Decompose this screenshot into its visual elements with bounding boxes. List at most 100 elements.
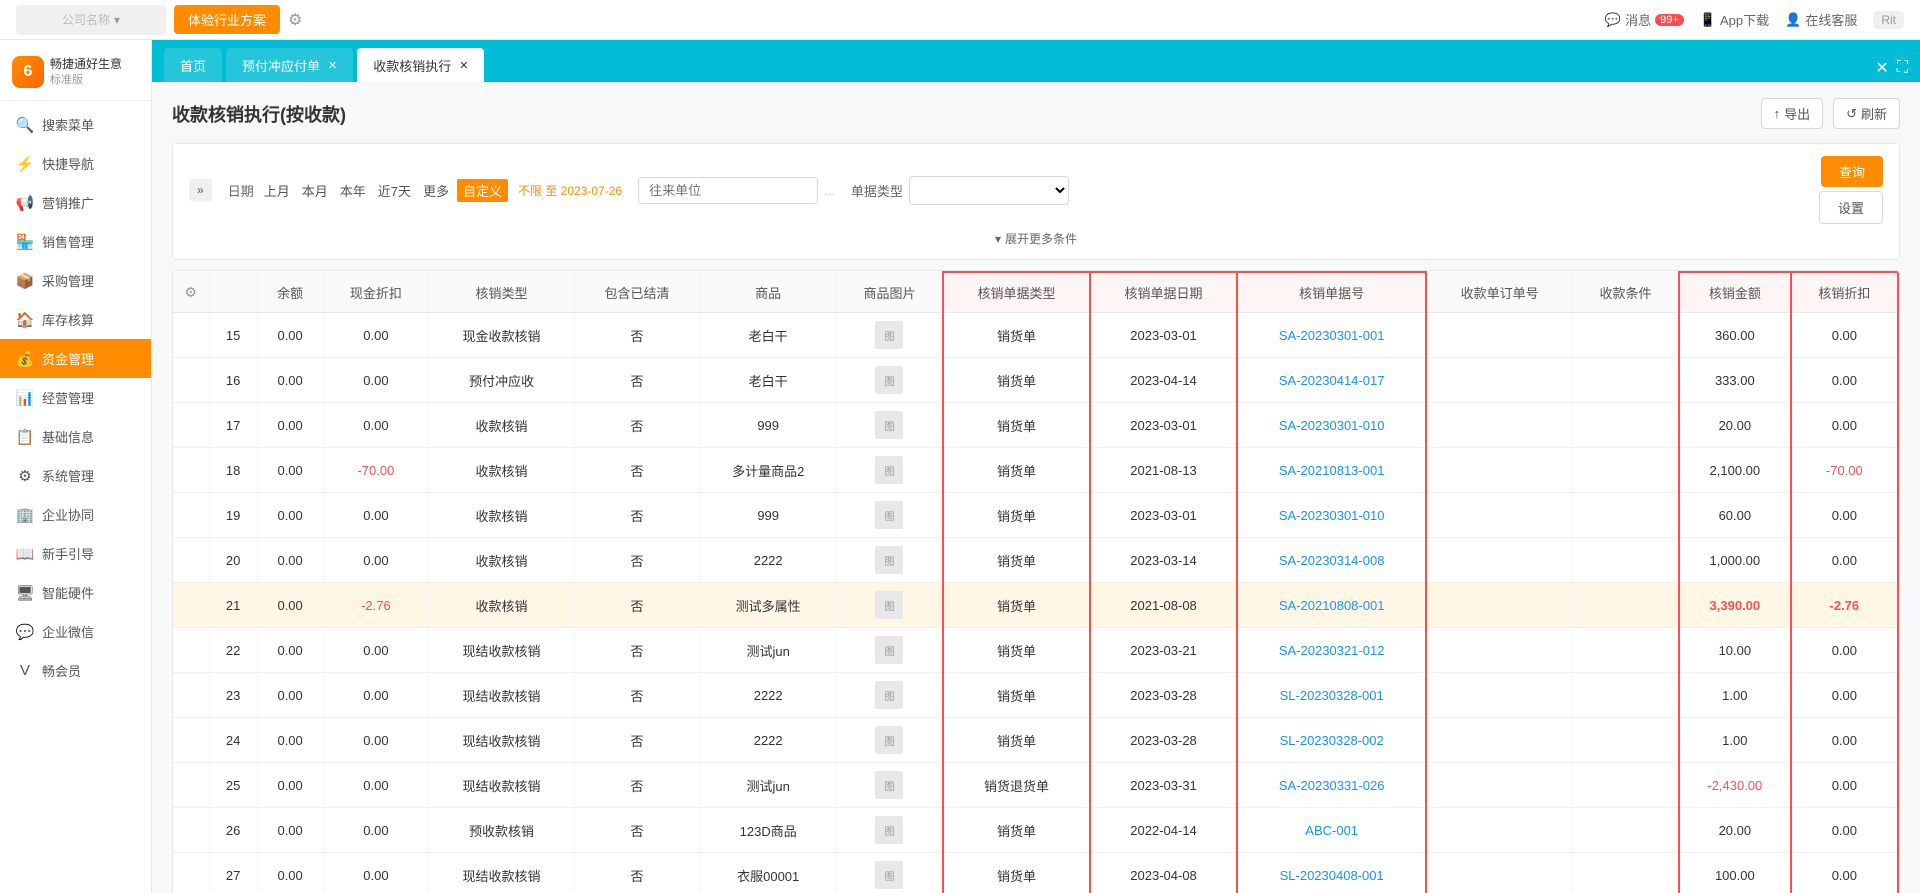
filter-expand-btn[interactable]: » — [189, 179, 212, 201]
sidebar-item-quick-nav[interactable]: ⚡ 快捷导航 — [0, 144, 151, 183]
col-cancel-doc-no-cell: SL-20230328-001 — [1237, 673, 1426, 718]
doc-link[interactable]: SA-20230301-010 — [1279, 508, 1385, 523]
chevron-down-icon: ▾ — [995, 232, 1001, 246]
sidebar-item-enterprise[interactable]: 🏢 企业协同 — [0, 495, 151, 534]
doc-link[interactable]: SA-20230321-012 — [1279, 643, 1385, 658]
tab-home[interactable]: 首页 — [164, 48, 222, 82]
tab-receipts[interactable]: 收款核销执行 ✕ — [357, 48, 484, 82]
message-btn[interactable]: 💬 消息 99+ — [1605, 10, 1684, 29]
doc-link[interactable]: SA-20230301-001 — [1279, 328, 1385, 343]
gear-icon[interactable]: ⚙ — [288, 10, 302, 30]
sidebar-item-hardware[interactable]: 🖥 智能硬件 — [0, 573, 151, 612]
refresh-btn[interactable]: ↺ 刷新 — [1833, 98, 1900, 129]
member-icon: V — [16, 662, 34, 680]
refresh-icon: ↺ — [1846, 106, 1857, 122]
sidebar-item-finance[interactable]: 💰 资金管理 — [0, 339, 151, 378]
sales-icon: 🏪 — [16, 233, 34, 251]
doc-link[interactable]: SA-20230314-008 — [1279, 553, 1385, 568]
sidebar-item-search-menu[interactable]: 🔍 搜索菜单 — [0, 105, 151, 144]
sidebar-item-inventory[interactable]: 🏠 库存核算 — [0, 300, 151, 339]
sidebar-item-system[interactable]: ⚙ 系统管理 — [0, 456, 151, 495]
col-include-settled-cell: 否 — [574, 718, 700, 763]
col-cancel-discount-cell: -2.76 — [1791, 583, 1898, 628]
col-cancel-amount-cell: 1.00 — [1679, 673, 1791, 718]
table-settings-icon[interactable]: ⚙ — [184, 284, 197, 300]
doc-link[interactable]: SA-20230301-010 — [1279, 418, 1385, 433]
page-title: 收款核销执行(按收款) — [172, 101, 346, 127]
col-receipt-condition-cell — [1573, 583, 1679, 628]
company-sep: ... — [824, 183, 835, 198]
doc-link[interactable]: SA-20210808-001 — [1279, 598, 1385, 613]
date-custom[interactable]: 自定义 — [457, 179, 508, 202]
filter-company-group: ... — [638, 177, 835, 204]
query-btn[interactable]: 查询 — [1821, 156, 1883, 187]
col-cancel-type-cell: 现结收款核销 — [429, 763, 575, 808]
col-cancel-doc-no-cell: SA-20210808-001 — [1237, 583, 1426, 628]
sidebar-item-operations[interactable]: 📊 经营管理 — [0, 378, 151, 417]
user-avatar[interactable]: Rit — [1873, 11, 1904, 29]
doc-link[interactable]: SL-20230328-001 — [1280, 688, 1384, 703]
col-seq-cell: 18 — [209, 448, 257, 493]
col-cancel-amount-cell: 2,100.00 — [1679, 448, 1791, 493]
col-product-cell: 老白干 — [700, 313, 837, 358]
export-btn[interactable]: ↑ 导出 — [1761, 98, 1824, 129]
date-7days[interactable]: 近7天 — [374, 179, 415, 202]
col-receipt-order-no-cell — [1426, 853, 1572, 893]
sidebar-item-member[interactable]: V 畅会员 — [0, 651, 151, 690]
tab-prepay-close[interactable]: ✕ — [328, 59, 337, 72]
date-this-month[interactable]: 本月 — [298, 179, 332, 202]
company-input[interactable] — [638, 177, 818, 204]
doc-link[interactable]: SL-20230328-002 — [1280, 733, 1384, 748]
date-last-month[interactable]: 上月 — [260, 179, 294, 202]
app-download-btn[interactable]: 📱 App下载 — [1700, 10, 1769, 29]
col-receipt-order-no-cell — [1426, 448, 1572, 493]
page-actions: ↑ 导出 ↺ 刷新 — [1761, 98, 1900, 129]
filter-settings-btn[interactable]: 设置 — [1819, 191, 1883, 224]
col-cancel-doc-type-cell: 销货单 — [943, 583, 1090, 628]
quick-nav-icon: ⚡ — [16, 155, 34, 173]
app-download-label: App下载 — [1720, 10, 1769, 29]
industry-btn[interactable]: 体验行业方案 — [174, 5, 280, 34]
col-settings-cell — [173, 673, 209, 718]
col-product-cell: 999 — [700, 493, 837, 538]
tab-bar-actions: ✕ ⛶ — [1875, 58, 1908, 82]
table-row: 190.000.00收款核销否999图销货单2023-03-01SA-20230… — [173, 493, 1898, 538]
company-selector[interactable]: 公司名称 ▾ — [16, 5, 166, 35]
app-layout: 6 畅捷通好生意 标准版 🔍 搜索菜单 ⚡ 快捷导航 📢 营销推广 🏪 销售管理… — [0, 40, 1920, 893]
tab-maximize-btn[interactable]: ⛶ — [1897, 59, 1908, 77]
col-cancel-type-cell: 收款核销 — [429, 448, 575, 493]
tab-close-all-btn[interactable]: ✕ — [1875, 58, 1888, 78]
date-more[interactable]: 更多 — [419, 179, 453, 202]
doc-link[interactable]: SA-20210813-001 — [1279, 463, 1385, 478]
sidebar-item-wechat[interactable]: 💬 企业微信 — [0, 612, 151, 651]
top-bar-right: 💬 消息 99+ 📱 App下载 👤 在线客服 Rit — [1605, 10, 1904, 29]
col-cancel-doc-no-cell: SA-20210813-001 — [1237, 448, 1426, 493]
sidebar-item-sales[interactable]: 🏪 销售管理 — [0, 222, 151, 261]
filter-row: » 日期 上月 本月 本年 近7天 更多 自定义 — [189, 156, 1883, 224]
search-menu-icon: 🔍 — [16, 116, 34, 134]
col-cancel-doc-no: 核销单据号 — [1237, 272, 1426, 313]
sidebar-item-basic-info[interactable]: 📋 基础信息 — [0, 417, 151, 456]
sidebar-item-label: 基础信息 — [42, 427, 94, 446]
online-service-btn[interactable]: 👤 在线客服 — [1785, 10, 1857, 29]
sidebar-item-label: 企业协同 — [42, 505, 94, 524]
col-cancel-discount-cell: 0.00 — [1791, 493, 1898, 538]
doc-link[interactable]: ABC-001 — [1305, 823, 1358, 838]
doc-link[interactable]: SA-20230414-017 — [1279, 373, 1385, 388]
col-cancel-type-cell: 现结收款核销 — [429, 853, 575, 893]
tab-prepay[interactable]: 预付冲应付单 ✕ — [226, 48, 353, 82]
expand-more-btn[interactable]: ▾ 展开更多条件 — [995, 230, 1077, 247]
col-cancel-doc-date-cell: 2023-03-28 — [1090, 673, 1237, 718]
col-cancel-discount-cell: 0.00 — [1791, 763, 1898, 808]
col-cancel-type-cell: 收款核销 — [429, 583, 575, 628]
doc-link[interactable]: SL-20230408-001 — [1280, 868, 1384, 883]
col-seq-cell: 21 — [209, 583, 257, 628]
col-balance-cell: 0.00 — [257, 673, 323, 718]
sidebar-item-guide[interactable]: 📖 新手引导 — [0, 534, 151, 573]
sidebar-item-marketing[interactable]: 📢 营销推广 — [0, 183, 151, 222]
sidebar-item-purchase[interactable]: 📦 采购管理 — [0, 261, 151, 300]
date-this-year[interactable]: 本年 — [336, 179, 370, 202]
tab-receipts-close[interactable]: ✕ — [459, 59, 468, 72]
doctype-select[interactable] — [909, 176, 1069, 205]
doc-link[interactable]: SA-20230331-026 — [1279, 778, 1385, 793]
